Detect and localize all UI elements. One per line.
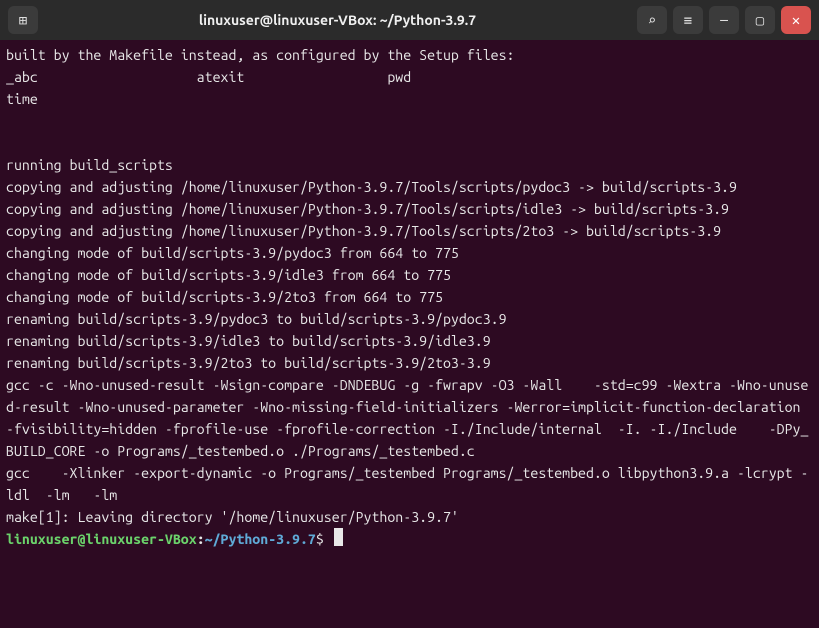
- terminal-line: copying and adjusting /home/linuxuser/Py…: [6, 198, 813, 220]
- terminal-line: changing mode of build/scripts-3.9/pydoc…: [6, 242, 813, 264]
- terminal-line: renaming build/scripts-3.9/idle3 to buil…: [6, 330, 813, 352]
- terminal-line: _abc atexit pwd: [6, 66, 813, 88]
- terminal-line: gcc -c -Wno-unused-result -Wsign-compare…: [6, 374, 813, 462]
- titlebar-left: ⊞: [8, 6, 38, 34]
- terminal-line: renaming build/scripts-3.9/pydoc3 to bui…: [6, 308, 813, 330]
- terminal-line: copying and adjusting /home/linuxuser/Py…: [6, 176, 813, 198]
- maximize-button[interactable]: ▢: [745, 6, 775, 34]
- titlebar: ⊞ linuxuser@linuxuser-VBox: ~/Python-3.9…: [0, 0, 819, 40]
- terminal-output[interactable]: built by the Makefile instead, as config…: [0, 40, 819, 628]
- maximize-icon: ▢: [756, 12, 764, 29]
- terminal-line: changing mode of build/scripts-3.9/idle3…: [6, 264, 813, 286]
- prompt-path: ~/Python-3.9.7: [205, 531, 316, 547]
- terminal-line: changing mode of build/scripts-3.9/2to3 …: [6, 286, 813, 308]
- terminal-line: renaming build/scripts-3.9/2to3 to build…: [6, 352, 813, 374]
- prompt-colon: :: [197, 531, 205, 547]
- terminal-line: time: [6, 88, 813, 110]
- new-tab-icon: ⊞: [19, 12, 27, 29]
- terminal-line: copying and adjusting /home/linuxuser/Py…: [6, 220, 813, 242]
- search-button[interactable]: ⌕: [637, 6, 667, 34]
- terminal-line: running build_scripts: [6, 154, 813, 176]
- hamburger-icon: ≡: [684, 12, 692, 29]
- prompt-dollar: $: [316, 531, 332, 547]
- prompt-user-host: linuxuser@linuxuser-VBox: [6, 531, 197, 547]
- terminal-prompt[interactable]: linuxuser@linuxuser-VBox:~/Python-3.9.7$: [6, 528, 813, 550]
- search-icon: ⌕: [648, 12, 656, 29]
- titlebar-right: ⌕ ≡ — ▢ ✕: [637, 6, 811, 34]
- minimize-button[interactable]: —: [709, 6, 739, 34]
- new-tab-button[interactable]: ⊞: [8, 6, 38, 34]
- terminal-line: make[1]: Leaving directory '/home/linuxu…: [6, 506, 813, 528]
- close-button[interactable]: ✕: [781, 6, 811, 34]
- terminal-line: [6, 110, 813, 132]
- terminal-line: [6, 132, 813, 154]
- window-title: linuxuser@linuxuser-VBox: ~/Python-3.9.7: [46, 12, 629, 28]
- close-icon: ✕: [792, 12, 800, 29]
- minimize-icon: —: [720, 12, 728, 28]
- menu-button[interactable]: ≡: [673, 6, 703, 34]
- terminal-line: built by the Makefile instead, as config…: [6, 44, 813, 66]
- terminal-line: gcc -Xlinker -export-dynamic -o Programs…: [6, 462, 813, 506]
- terminal-cursor: [334, 528, 343, 546]
